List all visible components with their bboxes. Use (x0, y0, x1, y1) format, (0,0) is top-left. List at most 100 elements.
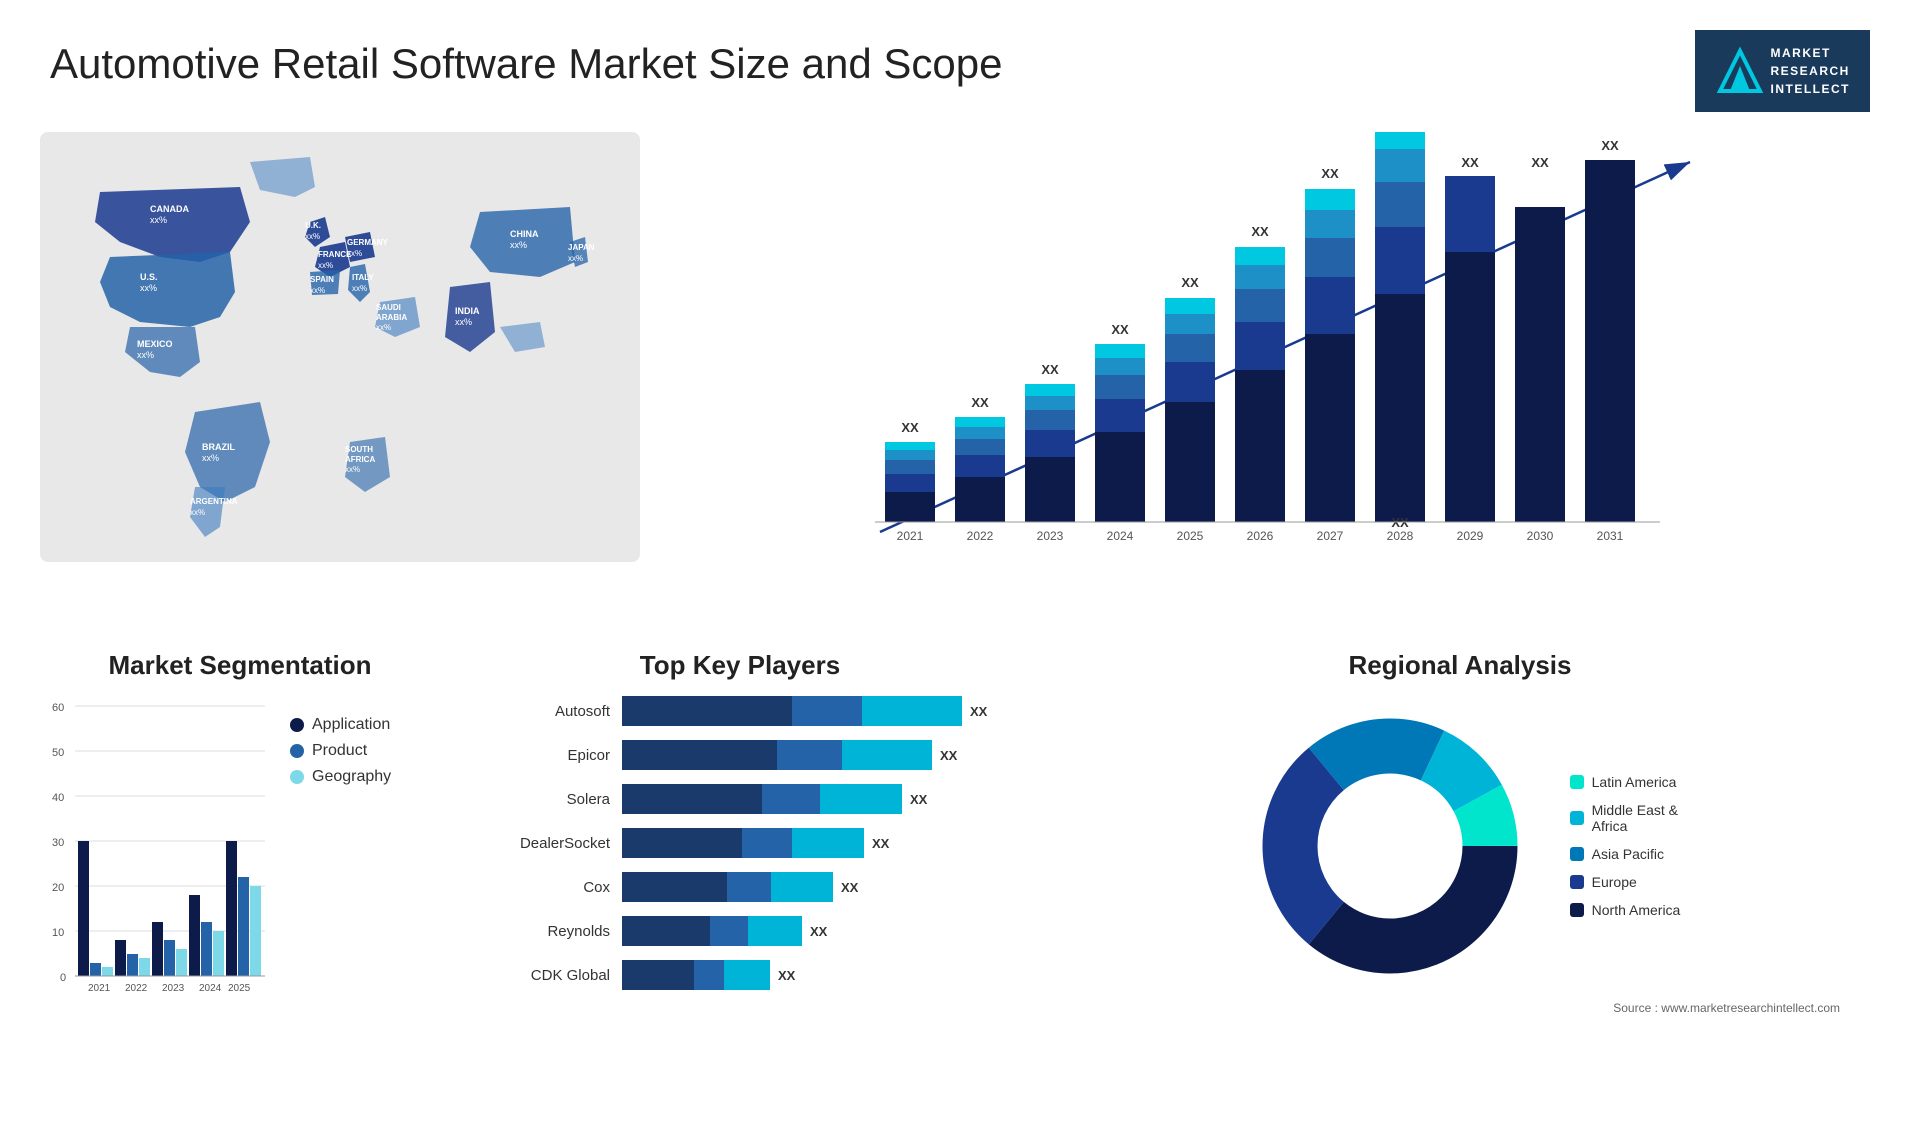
player-name-epicor: Epicor (480, 747, 610, 764)
legend-middle-east: Middle East &Africa (1570, 802, 1681, 834)
svg-text:20: 20 (52, 882, 64, 894)
legend-application: Application (290, 716, 391, 734)
page-title: Automotive Retail Software Market Size a… (50, 40, 1002, 88)
svg-text:SAUDI: SAUDI (376, 303, 401, 312)
svg-text:2027: 2027 (1317, 529, 1344, 543)
svg-text:XX: XX (1111, 322, 1129, 337)
player-reynolds: Reynolds XX (480, 916, 1000, 946)
svg-text:XX: XX (1601, 138, 1619, 153)
key-players-section: Top Key Players Autosoft XX Epicor (450, 640, 1030, 1120)
svg-text:50: 50 (52, 747, 64, 759)
map-svg: CANADA xx% U.S. xx% MEXICO xx% BRAZIL xx… (40, 132, 640, 562)
player-name-solera: Solera (480, 791, 610, 808)
legend-europe: Europe (1570, 874, 1681, 890)
svg-text:XX: XX (1531, 155, 1549, 170)
player-name-dealersocket: DealerSocket (480, 835, 610, 852)
europe-label: Europe (1592, 874, 1637, 890)
svg-text:CANADA: CANADA (150, 204, 189, 214)
legend-latin-america: Latin America (1570, 774, 1681, 790)
player-name-cox: Cox (480, 879, 610, 896)
svg-text:U.S.: U.S. (140, 272, 158, 282)
player-label-reynolds: XX (810, 924, 827, 939)
geography-label: Geography (312, 768, 391, 786)
svg-text:2025: 2025 (228, 983, 251, 994)
regional-section: Regional Analysis (1030, 640, 1890, 1120)
player-label-dealersocket: XX (872, 836, 889, 851)
svg-text:xx%: xx% (190, 508, 205, 517)
donut-chart-svg (1240, 696, 1540, 996)
svg-text:xx%: xx% (568, 254, 583, 263)
product-dot (290, 744, 304, 758)
svg-text:SOUTH: SOUTH (345, 445, 373, 454)
player-bar-autosoft: XX (622, 696, 1000, 726)
player-bar-dealersocket: XX (622, 828, 1000, 858)
player-label-cdk: XX (778, 968, 795, 983)
regional-content: Latin America Middle East &Africa Asia P… (1040, 696, 1880, 996)
svg-text:xx%: xx% (376, 323, 391, 332)
segmentation-title: Market Segmentation (40, 650, 440, 681)
logo: MARKET RESEARCH INTELLECT (1695, 30, 1871, 112)
logo-line1: MARKET (1771, 44, 1851, 62)
svg-text:XX: XX (971, 395, 989, 410)
player-label-epicor: XX (940, 748, 957, 763)
svg-text:ARABIA: ARABIA (376, 313, 407, 322)
application-dot (290, 718, 304, 732)
player-label-autosoft: XX (970, 704, 987, 719)
product-label: Product (312, 742, 367, 760)
player-name-reynolds: Reynolds (480, 923, 610, 940)
svg-text:2021: 2021 (897, 529, 924, 543)
player-name-autosoft: Autosoft (480, 703, 610, 720)
svg-text:2023: 2023 (162, 983, 185, 994)
svg-text:U.K.: U.K. (305, 221, 321, 230)
key-players-title: Top Key Players (480, 650, 1000, 681)
svg-text:xx%: xx% (137, 350, 154, 360)
svg-text:0: 0 (60, 972, 66, 984)
logo-icon (1715, 46, 1765, 96)
player-bar-cdk: XX (622, 960, 1000, 990)
svg-text:2022: 2022 (125, 983, 148, 994)
svg-text:ITALY: ITALY (352, 273, 374, 282)
svg-text:MEXICO: MEXICO (137, 339, 173, 349)
logo-line2: RESEARCH (1771, 62, 1851, 80)
player-cdk: CDK Global XX (480, 960, 1000, 990)
svg-text:2021: 2021 (88, 983, 111, 994)
svg-text:2031: 2031 (1597, 529, 1624, 543)
svg-text:2025: 2025 (1177, 529, 1204, 543)
svg-text:XX: XX (1321, 166, 1339, 181)
svg-text:xx%: xx% (318, 261, 333, 270)
svg-text:XX: XX (1461, 155, 1479, 170)
svg-text:xx%: xx% (305, 232, 320, 241)
svg-text:XX: XX (1041, 362, 1059, 377)
svg-text:xx%: xx% (352, 284, 367, 293)
legend-product: Product (290, 742, 391, 760)
segmentation-chart-svg: 0 10 20 30 40 50 60 (40, 696, 280, 996)
bar-chart-svg: XX XX XX XX (670, 132, 1870, 592)
svg-text:2022: 2022 (967, 529, 994, 543)
regional-legend: Latin America Middle East &Africa Asia P… (1570, 774, 1681, 918)
north-america-label: North America (1592, 902, 1681, 918)
svg-text:2024: 2024 (199, 983, 222, 994)
players-list: Autosoft XX Epicor (480, 696, 1000, 990)
latin-america-label: Latin America (1592, 774, 1677, 790)
player-epicor: Epicor XX (480, 740, 1000, 770)
player-bar-epicor: XX (622, 740, 1000, 770)
player-name-cdk: CDK Global (480, 967, 610, 984)
svg-text:CHINA: CHINA (510, 229, 539, 239)
svg-text:xx%: xx% (140, 283, 157, 293)
svg-text:BRAZIL: BRAZIL (202, 442, 235, 452)
svg-text:xx%: xx% (150, 215, 167, 225)
asia-pacific-label: Asia Pacific (1592, 846, 1664, 862)
svg-text:xx%: xx% (510, 240, 527, 250)
svg-text:60: 60 (52, 702, 64, 714)
segmentation-legend: Application Product Geography (290, 716, 391, 786)
svg-text:xx%: xx% (310, 286, 325, 295)
bottom-row: Market Segmentation 0 10 20 30 40 50 60 (30, 630, 1890, 1120)
source-text: Source : www.marketresearchintellect.com (1040, 1001, 1880, 1015)
svg-text:2028: 2028 (1387, 529, 1414, 543)
logo-line3: INTELLECT (1771, 80, 1851, 98)
svg-text:xx%: xx% (202, 453, 219, 463)
svg-text:xx%: xx% (347, 249, 362, 258)
player-bar-solera: XX (622, 784, 1000, 814)
market-size-chart: XX XX XX XX (650, 122, 1890, 602)
svg-text:xx%: xx% (455, 317, 472, 327)
